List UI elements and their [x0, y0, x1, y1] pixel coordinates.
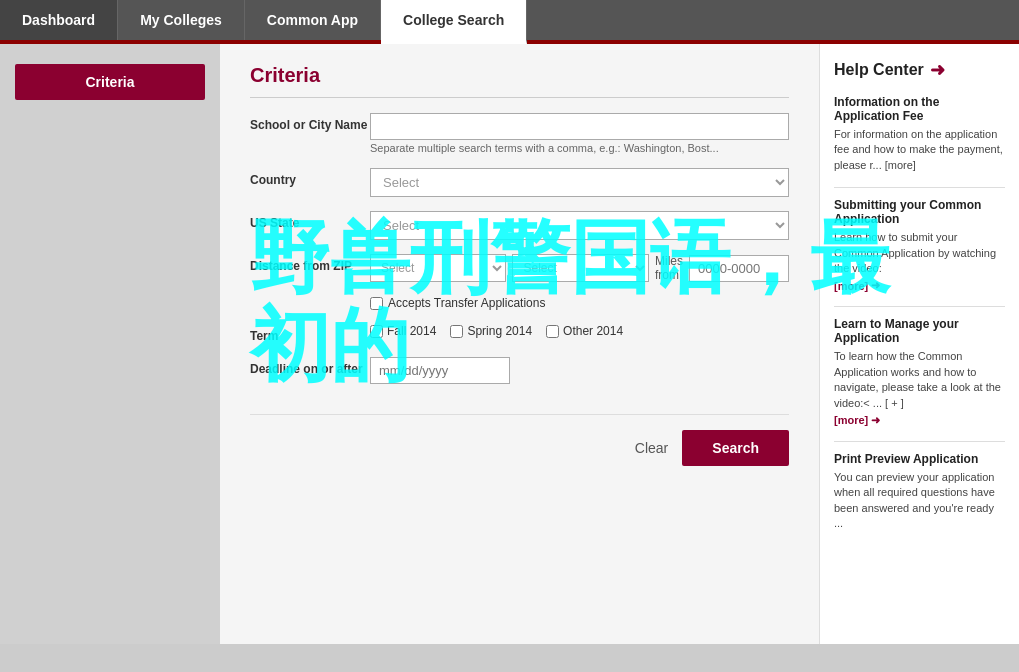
tab-my-colleges[interactable]: My Colleges [118, 0, 245, 40]
school-city-group: School or City Name Separate multiple se… [250, 113, 789, 154]
term-fall2014-label: Fall 2014 [387, 324, 436, 338]
help-item-3-body: You can preview your application when al… [834, 470, 1005, 532]
term-field: Fall 2014 Spring 2014 Other 2014 [370, 324, 789, 338]
help-item-2: Learn to Manage your Application To lear… [834, 317, 1005, 427]
school-city-hint: Separate multiple search terms with a co… [370, 142, 789, 154]
transfer-checkbox[interactable] [370, 297, 383, 310]
help-item-3-title: Print Preview Application [834, 452, 1005, 466]
term-label: Term [250, 324, 370, 343]
distance-zip-input[interactable] [689, 255, 789, 282]
school-city-field: Separate multiple search terms with a co… [370, 113, 789, 154]
help-title: Help Center ➜ [834, 59, 1005, 81]
term-spring2014: Spring 2014 [450, 324, 532, 338]
help-item-0-title: Information on the Application Fee [834, 95, 1005, 123]
distance-select2[interactable]: Select [512, 254, 648, 282]
sidebar: Criteria [0, 44, 220, 644]
country-group: Country Select [250, 168, 789, 197]
help-item-0: Information on the Application Fee For i… [834, 95, 1005, 173]
term-spring2014-label: Spring 2014 [467, 324, 532, 338]
criteria-button[interactable]: Criteria [15, 64, 205, 100]
criteria-section: Criteria School or City Name Separate mu… [220, 44, 819, 644]
state-field: Select [370, 211, 789, 240]
deadline-input[interactable] [370, 357, 510, 384]
state-group: US State Select [250, 211, 789, 240]
distance-label: Distance from ZIP [250, 254, 370, 273]
distance-miles-label: Miles from [655, 254, 683, 282]
school-city-input[interactable] [370, 113, 789, 140]
help-item-3: Print Preview Application You can previe… [834, 452, 1005, 532]
help-item-1-title: Submitting your Common Application [834, 198, 1005, 226]
help-item-1-body: Learn how to submit your Common Applicat… [834, 230, 1005, 276]
distance-group: Distance from ZIP Select Select Miles fr… [250, 254, 789, 282]
deadline-group: Deadline on or after [250, 357, 789, 384]
top-navigation: Dashboard My Colleges Common App College… [0, 0, 1019, 44]
main-layout: Criteria 野兽刑警国语，最 初的 Criteria School or … [0, 44, 1019, 644]
help-arrow-icon: ➜ [930, 59, 945, 81]
help-item-2-body: To learn how the Common Application work… [834, 349, 1005, 411]
tab-common-app[interactable]: Common App [245, 0, 381, 40]
clear-button[interactable]: Clear [635, 440, 668, 456]
term-other2014-checkbox[interactable] [546, 325, 559, 338]
country-field: Select [370, 168, 789, 197]
transfer-group: Accepts Transfer Applications [250, 296, 789, 310]
term-fall2014-checkbox[interactable] [370, 325, 383, 338]
help-item-1-more[interactable]: [more] ➜ [834, 279, 1005, 292]
help-item-2-more[interactable]: [more] ➜ [834, 414, 1005, 427]
deadline-field [370, 357, 789, 384]
state-label: US State [250, 211, 370, 230]
action-row: Clear Search [250, 414, 789, 466]
tab-college-search[interactable]: College Search [381, 0, 527, 44]
content-wrapper: 野兽刑警国语，最 初的 Criteria School or City Name… [220, 44, 1019, 644]
school-city-label: School or City Name [250, 113, 370, 132]
distance-row: Select Select Miles from [370, 254, 789, 282]
term-fall2014: Fall 2014 [370, 324, 436, 338]
country-label: Country [250, 168, 370, 187]
term-other2014-label: Other 2014 [563, 324, 623, 338]
help-item-1: Submitting your Common Application Learn… [834, 198, 1005, 292]
deadline-label: Deadline on or after [250, 357, 370, 376]
page-title: Criteria [250, 64, 789, 98]
term-group: Term Fall 2014 Spring 2014 O [250, 324, 789, 343]
help-more2-arrow-icon: ➜ [871, 414, 880, 427]
help-item-2-title: Learn to Manage your Application [834, 317, 1005, 345]
state-select[interactable]: Select [370, 211, 789, 240]
transfer-label: Accepts Transfer Applications [388, 296, 545, 310]
help-panel: Help Center ➜ Information on the Applica… [819, 44, 1019, 644]
distance-field: Select Select Miles from [370, 254, 789, 282]
search-button[interactable]: Search [682, 430, 789, 466]
help-item-0-body: For information on the application fee a… [834, 127, 1005, 173]
help-more-arrow-icon: ➜ [871, 279, 880, 292]
term-other2014: Other 2014 [546, 324, 623, 338]
tab-dashboard[interactable]: Dashboard [0, 0, 118, 40]
term-spring2014-checkbox[interactable] [450, 325, 463, 338]
distance-select1[interactable]: Select [370, 254, 506, 282]
term-row: Fall 2014 Spring 2014 Other 2014 [370, 324, 789, 338]
country-select[interactable]: Select [370, 168, 789, 197]
